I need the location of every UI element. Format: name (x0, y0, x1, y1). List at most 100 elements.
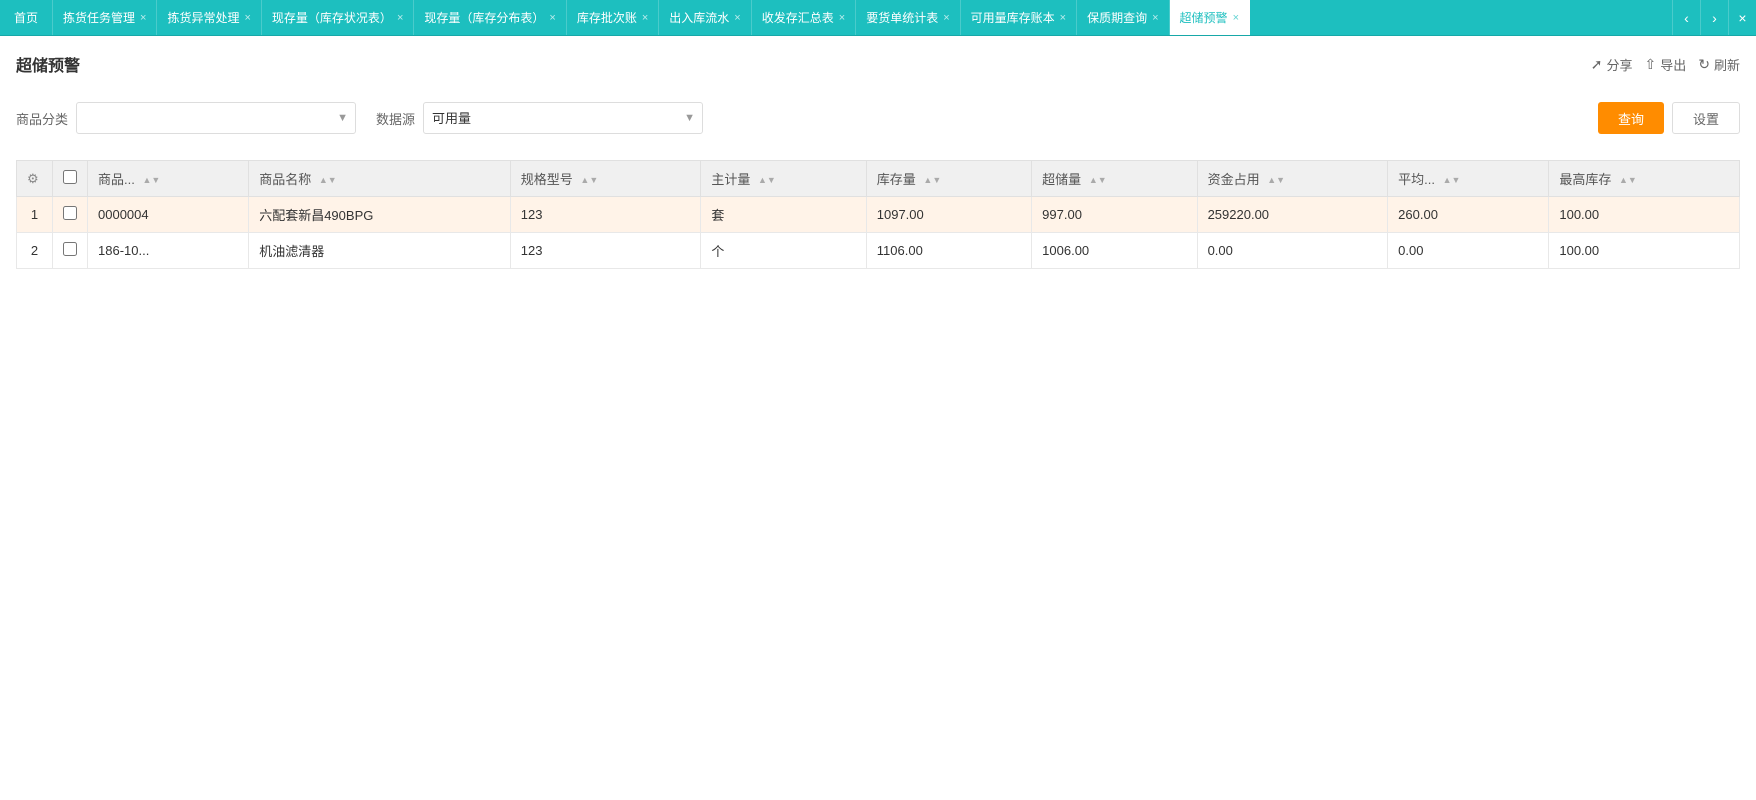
row-2-avg: 0.00 (1388, 233, 1549, 269)
datasource-label: 数据源 (376, 109, 415, 128)
sort-avg-icon: ▲▼ (1443, 176, 1461, 185)
row-2-spec: 123 (510, 233, 701, 269)
datasource-select[interactable]: 可用量 库存量 (423, 102, 703, 134)
row-1-product-code: 0000004 (88, 197, 249, 233)
close-tab-6[interactable]: × (839, 12, 845, 24)
nav-tab-7[interactable]: 要货单统计表 × (856, 0, 960, 36)
nav-tab-8[interactable]: 可用量库存账本 × (961, 0, 1077, 36)
row-1-capital-usage: 259220.00 (1197, 197, 1388, 233)
col-max-stock[interactable]: 最高库存 ▲▼ (1549, 161, 1740, 197)
sort-spec-icon: ▲▼ (580, 176, 598, 185)
row-2-product-code: 186-10... (88, 233, 249, 269)
table-row: 2 186-10... 机油滤清器 123 个 1106.00 1006.00 … (17, 233, 1740, 269)
close-tab-4[interactable]: × (642, 12, 648, 24)
close-tab-3[interactable]: × (549, 12, 555, 24)
row-1-number: 1 (17, 197, 53, 233)
close-tab-5[interactable]: × (734, 12, 740, 24)
col-avg[interactable]: 平均... ▲▼ (1388, 161, 1549, 197)
close-tab-9[interactable]: × (1152, 12, 1158, 24)
nav-tab-6[interactable]: 收发存汇总表 × (752, 0, 856, 36)
row-2-stock: 1106.00 (866, 233, 1031, 269)
category-select[interactable] (76, 102, 356, 134)
share-icon: ➚ (1591, 56, 1603, 73)
sort-product-name-icon: ▲▼ (319, 176, 337, 185)
row-2-max-stock: 100.00 (1549, 233, 1740, 269)
sort-max-stock-icon: ▲▼ (1619, 176, 1637, 185)
export-icon: ⇧ (1645, 56, 1657, 73)
row-1-unit: 套 (701, 197, 866, 233)
filter-area: 商品分类 ▼ 数据源 可用量 库存量 ▼ 查询 设置 (16, 92, 1740, 144)
nav-tab-3[interactable]: 现存量（库存分布表） × (414, 0, 566, 36)
col-product-code[interactable]: 商品... ▲▼ (88, 161, 249, 197)
col-settings: ⚙ (17, 161, 53, 197)
nav-tab-4[interactable]: 库存批次账 × (567, 0, 659, 36)
close-tab-2[interactable]: × (397, 12, 403, 24)
table-header: ⚙ 商品... ▲▼ 商品名称 ▲▼ 规格型号 ▲▼ 主计 (17, 161, 1740, 197)
share-button[interactable]: ➚ 分享 (1591, 55, 1633, 74)
nav-tab-9[interactable]: 保质期查询 × (1077, 0, 1169, 36)
row-1-checkbox-cell (53, 197, 88, 233)
row-1-checkbox[interactable] (63, 206, 77, 220)
row-1-stock: 1097.00 (866, 197, 1031, 233)
sort-unit-icon: ▲▼ (758, 176, 776, 185)
row-2-product-name: 机油滤清器 (249, 233, 511, 269)
row-1-avg: 260.00 (1388, 197, 1549, 233)
row-2-unit: 个 (701, 233, 866, 269)
row-2-capital-usage: 0.00 (1197, 233, 1388, 269)
row-1-over-stock: 997.00 (1032, 197, 1197, 233)
row-2-checkbox[interactable] (63, 242, 77, 256)
col-product-name[interactable]: 商品名称 ▲▼ (249, 161, 511, 197)
page-header: 超储预警 ➚ 分享 ⇧ 导出 ↻ 刷新 (16, 52, 1740, 76)
category-filter: 商品分类 ▼ (16, 102, 356, 134)
row-2-over-stock: 1006.00 (1032, 233, 1197, 269)
datasource-select-wrapper: 可用量 库存量 ▼ (423, 102, 703, 134)
row-1-spec: 123 (510, 197, 701, 233)
nav-tab-10[interactable]: 超储预警 × (1170, 0, 1250, 36)
nav-tab-2[interactable]: 现存量（库存状况表） × (262, 0, 414, 36)
row-1-product-name: 六配套新昌490BPG (249, 197, 511, 233)
nav-prev-button[interactable]: ‹ (1672, 0, 1700, 36)
row-2-checkbox-cell (53, 233, 88, 269)
row-2-number: 2 (17, 233, 53, 269)
refresh-icon: ↻ (1698, 56, 1710, 73)
data-table: ⚙ 商品... ▲▼ 商品名称 ▲▼ 规格型号 ▲▼ 主计 (16, 160, 1740, 269)
refresh-button[interactable]: ↻ 刷新 (1698, 55, 1740, 74)
header-actions: ➚ 分享 ⇧ 导出 ↻ 刷新 (1591, 55, 1740, 74)
filter-buttons: 查询 设置 (1598, 102, 1740, 134)
export-button[interactable]: ⇧ 导出 (1645, 55, 1687, 74)
nav-home[interactable]: 首页 (0, 0, 53, 36)
close-tab-8[interactable]: × (1060, 12, 1066, 24)
nav-arrows: ‹ › × (1672, 0, 1756, 36)
nav-tab-0[interactable]: 拣货任务管理 × (53, 0, 157, 36)
col-over-stock[interactable]: 超储量 ▲▼ (1032, 161, 1197, 197)
nav-next-button[interactable]: › (1700, 0, 1728, 36)
nav-tab-5[interactable]: 出入库流水 × (659, 0, 751, 36)
col-unit[interactable]: 主计量 ▲▼ (701, 161, 866, 197)
nav-more-button[interactable]: × (1728, 0, 1756, 36)
query-button[interactable]: 查询 (1598, 102, 1664, 134)
sort-product-code-icon: ▲▼ (142, 176, 160, 185)
datasource-filter: 数据源 可用量 库存量 ▼ (376, 102, 703, 134)
settings-button[interactable]: 设置 (1672, 102, 1740, 134)
col-checkbox (53, 161, 88, 197)
select-all-checkbox[interactable] (63, 170, 77, 184)
table-body: 1 0000004 六配套新昌490BPG 123 套 1097.00 997.… (17, 197, 1740, 269)
sort-capital-usage-icon: ▲▼ (1267, 176, 1285, 185)
close-tab-10[interactable]: × (1233, 12, 1239, 24)
col-spec[interactable]: 规格型号 ▲▼ (510, 161, 701, 197)
top-navigation: 首页 拣货任务管理 × 拣货异常处理 × 现存量（库存状况表） × 现存量（库存… (0, 0, 1756, 36)
category-label: 商品分类 (16, 109, 68, 128)
col-stock[interactable]: 库存量 ▲▼ (866, 161, 1031, 197)
settings-icon[interactable]: ⚙ (27, 171, 39, 186)
page-title: 超储预警 (16, 52, 80, 76)
close-tab-0[interactable]: × (140, 12, 146, 24)
nav-tab-1[interactable]: 拣货异常处理 × (157, 0, 261, 36)
close-tab-1[interactable]: × (244, 12, 250, 24)
main-content: 超储预警 ➚ 分享 ⇧ 导出 ↻ 刷新 商品分类 ▼ (0, 36, 1756, 800)
category-select-wrapper: ▼ (76, 102, 356, 134)
table-row: 1 0000004 六配套新昌490BPG 123 套 1097.00 997.… (17, 197, 1740, 233)
col-capital-usage[interactable]: 资金占用 ▲▼ (1197, 161, 1388, 197)
sort-over-stock-icon: ▲▼ (1089, 176, 1107, 185)
sort-stock-icon: ▲▼ (923, 176, 941, 185)
close-tab-7[interactable]: × (943, 12, 949, 24)
